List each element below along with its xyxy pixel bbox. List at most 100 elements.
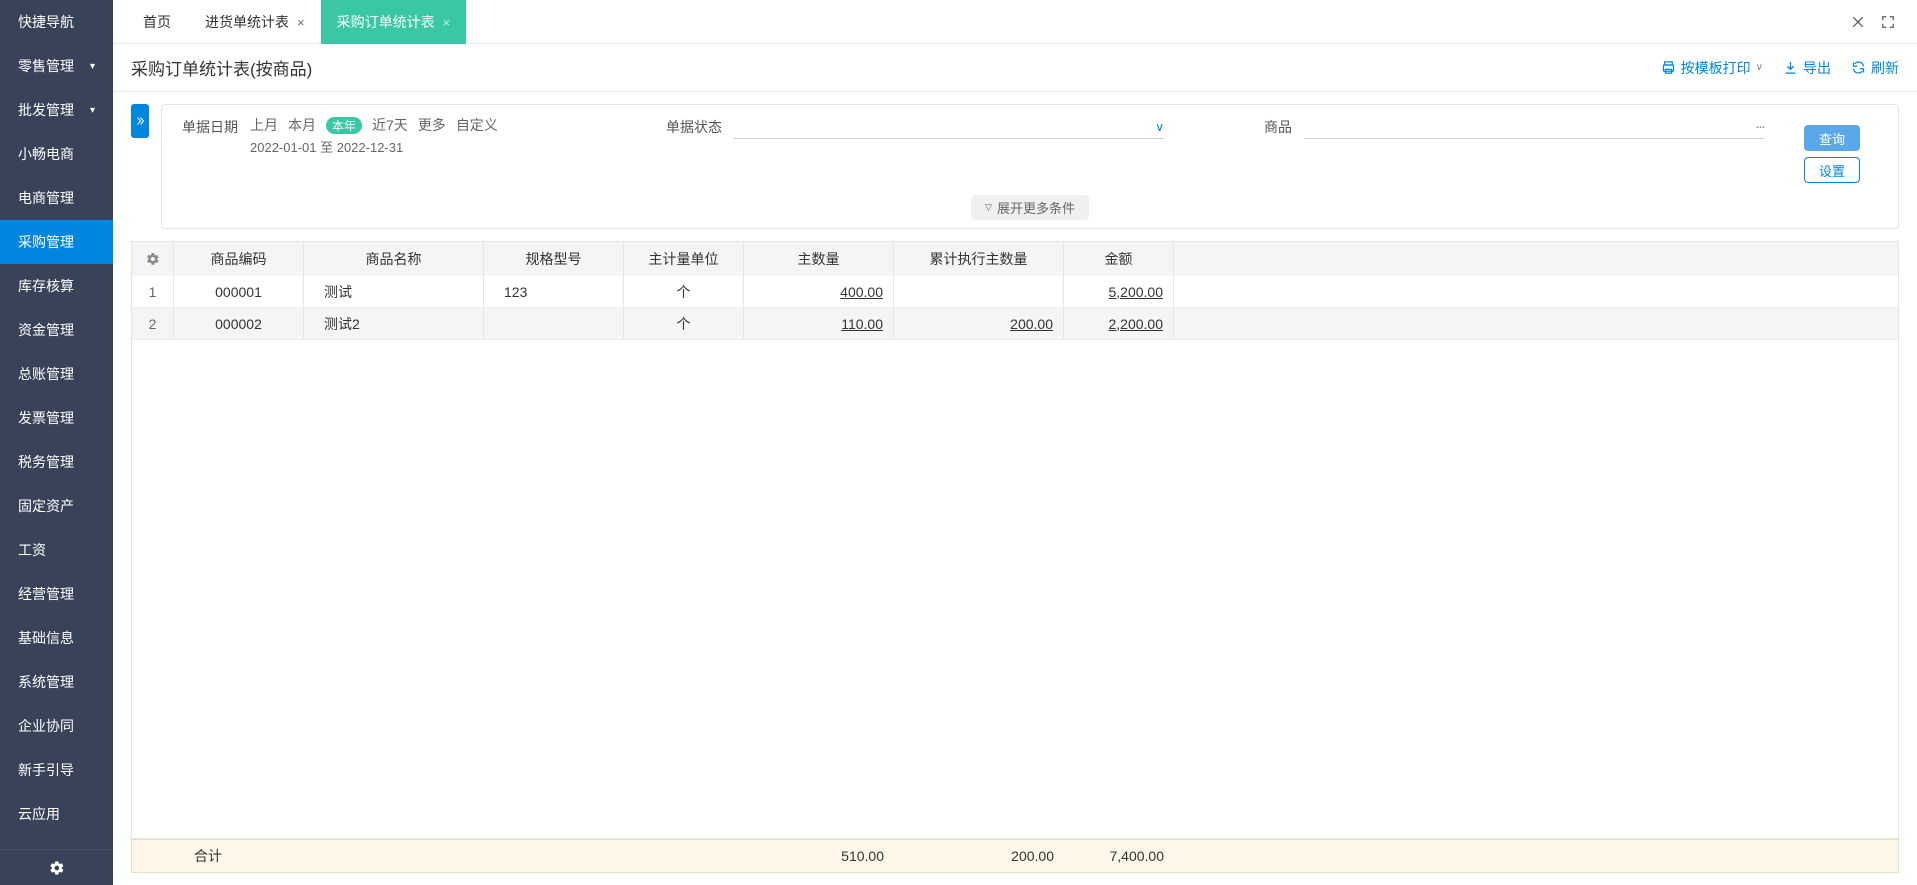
status-select[interactable]: ∨	[734, 115, 1164, 139]
sidebar-item-10[interactable]: 税务管理	[0, 440, 113, 484]
table-row[interactable]: 2000002测试2个110.00200.002,200.00	[132, 308, 1898, 340]
row-unit: 个	[624, 308, 744, 339]
col-code[interactable]: 商品编码	[174, 242, 304, 276]
collapse-filter-button[interactable]	[131, 104, 149, 138]
page-header: 采购订单统计表(按商品) 按模板打印 ∨ 导出 刷新	[113, 44, 1917, 92]
export-label: 导出	[1803, 58, 1831, 78]
filter-status-block: 单据状态 ∨	[666, 115, 1164, 139]
sidebar-item-label: 云应用	[18, 804, 60, 824]
query-button[interactable]: 查询	[1804, 125, 1860, 151]
row-index: 2	[132, 308, 174, 339]
sidebar-item-16[interactable]: 企业协同	[0, 704, 113, 748]
sidebar-item-11[interactable]: 固定资产	[0, 484, 113, 528]
sidebar-item-label: 库存核算	[18, 276, 74, 296]
sidebar-settings[interactable]	[0, 849, 113, 885]
tab-bar: 首页进货单统计表×采购订单统计表×	[113, 0, 1917, 44]
sidebar-item-17[interactable]: 新手引导	[0, 748, 113, 792]
column-settings-button[interactable]	[132, 242, 174, 276]
sidebar-item-0[interactable]: 快捷导航	[0, 0, 113, 44]
sidebar-item-label: 小畅电商	[18, 144, 74, 164]
filter-area: 单据日期 上月本月本年近7天更多自定义 2022-01-01 至 2022-12…	[113, 92, 1917, 229]
sidebar-item-12[interactable]: 工资	[0, 528, 113, 572]
sidebar-item-8[interactable]: 总账管理	[0, 352, 113, 396]
sidebar-item-18[interactable]: 云应用	[0, 792, 113, 836]
chevron-right-icon	[134, 115, 146, 127]
sidebar-item-label: 工资	[18, 540, 46, 560]
expand-conditions-button[interactable]: ▽ 展开更多条件	[971, 195, 1089, 220]
sidebar-item-1[interactable]: 零售管理▾	[0, 44, 113, 88]
print-label: 按模板打印	[1681, 58, 1751, 78]
tab-0[interactable]: 首页	[125, 0, 189, 44]
close-icon[interactable]: ×	[297, 15, 305, 30]
sidebar-item-label: 批发管理	[18, 100, 74, 120]
col-empty	[1174, 242, 1898, 276]
col-exec[interactable]: 累计执行主数量	[894, 242, 1064, 276]
close-all-icon[interactable]	[1847, 11, 1869, 33]
chevron-down-icon: ∨	[1756, 62, 1763, 73]
sidebar-item-label: 发票管理	[18, 408, 74, 428]
tab-2[interactable]: 采购订单统计表×	[321, 0, 467, 44]
row-empty	[1174, 308, 1898, 339]
sidebar-item-3[interactable]: 小畅电商	[0, 132, 113, 176]
sidebar-item-5[interactable]: 采购管理	[0, 220, 113, 264]
sidebar-item-9[interactable]: 发票管理	[0, 396, 113, 440]
sidebar-item-label: 快捷导航	[18, 12, 74, 32]
print-template-button[interactable]: 按模板打印 ∨	[1661, 58, 1763, 78]
row-code: 000001	[174, 276, 304, 307]
col-amount[interactable]: 金额	[1064, 242, 1174, 276]
sidebar-item-label: 采购管理	[18, 232, 74, 252]
date-option-1[interactable]: 本月	[288, 115, 316, 135]
sidebar-item-7[interactable]: 资金管理	[0, 308, 113, 352]
date-option-4[interactable]: 更多	[418, 115, 446, 135]
col-spec[interactable]: 规格型号	[484, 242, 624, 276]
date-option-3[interactable]: 近7天	[372, 115, 408, 135]
row-amount[interactable]: 2,200.00	[1064, 308, 1174, 339]
tab-1[interactable]: 进货单统计表×	[189, 0, 321, 44]
sidebar-item-6[interactable]: 库存核算	[0, 264, 113, 308]
sidebar-item-2[interactable]: 批发管理 ▾	[0, 88, 113, 132]
row-exec[interactable]: 200.00	[894, 308, 1064, 339]
row-index: 1	[132, 276, 174, 307]
product-select[interactable]: ···	[1304, 115, 1764, 139]
col-unit[interactable]: 主计量单位	[624, 242, 744, 276]
table-footer: 合计 510.00 200.00 7,400.00	[131, 839, 1899, 873]
export-button[interactable]: 导出	[1783, 58, 1831, 78]
printer-icon	[1661, 60, 1676, 75]
row-qty[interactable]: 110.00	[744, 308, 894, 339]
sidebar-item-label: 总账管理	[18, 364, 74, 384]
date-option-2[interactable]: 本年	[326, 117, 362, 134]
export-icon	[1783, 60, 1798, 75]
more-icon: ···	[1755, 118, 1764, 135]
filter-settings-button[interactable]: 设置	[1804, 157, 1860, 183]
filter-date-block: 单据日期 上月本月本年近7天更多自定义 2022-01-01 至 2022-12…	[182, 115, 498, 156]
sidebar: 快捷导航零售管理▾ 批发管理 ▾ 小畅电商电商管理采购管理库存核算资金管理总账管理发票…	[0, 0, 113, 885]
sidebar-item-15[interactable]: 系统管理	[0, 660, 113, 704]
chevron-down-icon: ∨	[1155, 120, 1164, 134]
gear-icon	[146, 252, 160, 266]
row-name: 测试2	[304, 308, 484, 339]
date-option-0[interactable]: 上月	[250, 115, 278, 135]
col-qty[interactable]: 主数量	[744, 242, 894, 276]
fullscreen-icon[interactable]	[1877, 11, 1899, 33]
sidebar-item-14[interactable]: 基础信息	[0, 616, 113, 660]
row-empty	[1174, 276, 1898, 307]
refresh-button[interactable]: 刷新	[1851, 58, 1899, 78]
status-label: 单据状态	[666, 115, 722, 137]
tab-label: 首页	[143, 12, 171, 32]
table-row[interactable]: 1000001测试123个400.005,200.00	[132, 276, 1898, 308]
gear-icon	[49, 860, 65, 876]
row-name: 测试	[304, 276, 484, 307]
row-amount[interactable]: 5,200.00	[1064, 276, 1174, 307]
row-qty[interactable]: 400.00	[744, 276, 894, 307]
chevron-down-icon: ▾	[90, 105, 95, 116]
page-title: 采购订单统计表(按商品)	[131, 55, 312, 80]
sidebar-item-13[interactable]: 经营管理	[0, 572, 113, 616]
sidebar-item-4[interactable]: 电商管理	[0, 176, 113, 220]
sidebar-item-label: 企业协同	[18, 716, 74, 736]
expand-label: 展开更多条件	[997, 198, 1075, 217]
row-spec	[484, 308, 624, 339]
close-icon[interactable]: ×	[443, 15, 451, 30]
date-option-5[interactable]: 自定义	[456, 115, 498, 135]
total-exec: 200.00	[894, 840, 1064, 872]
col-name[interactable]: 商品名称	[304, 242, 484, 276]
